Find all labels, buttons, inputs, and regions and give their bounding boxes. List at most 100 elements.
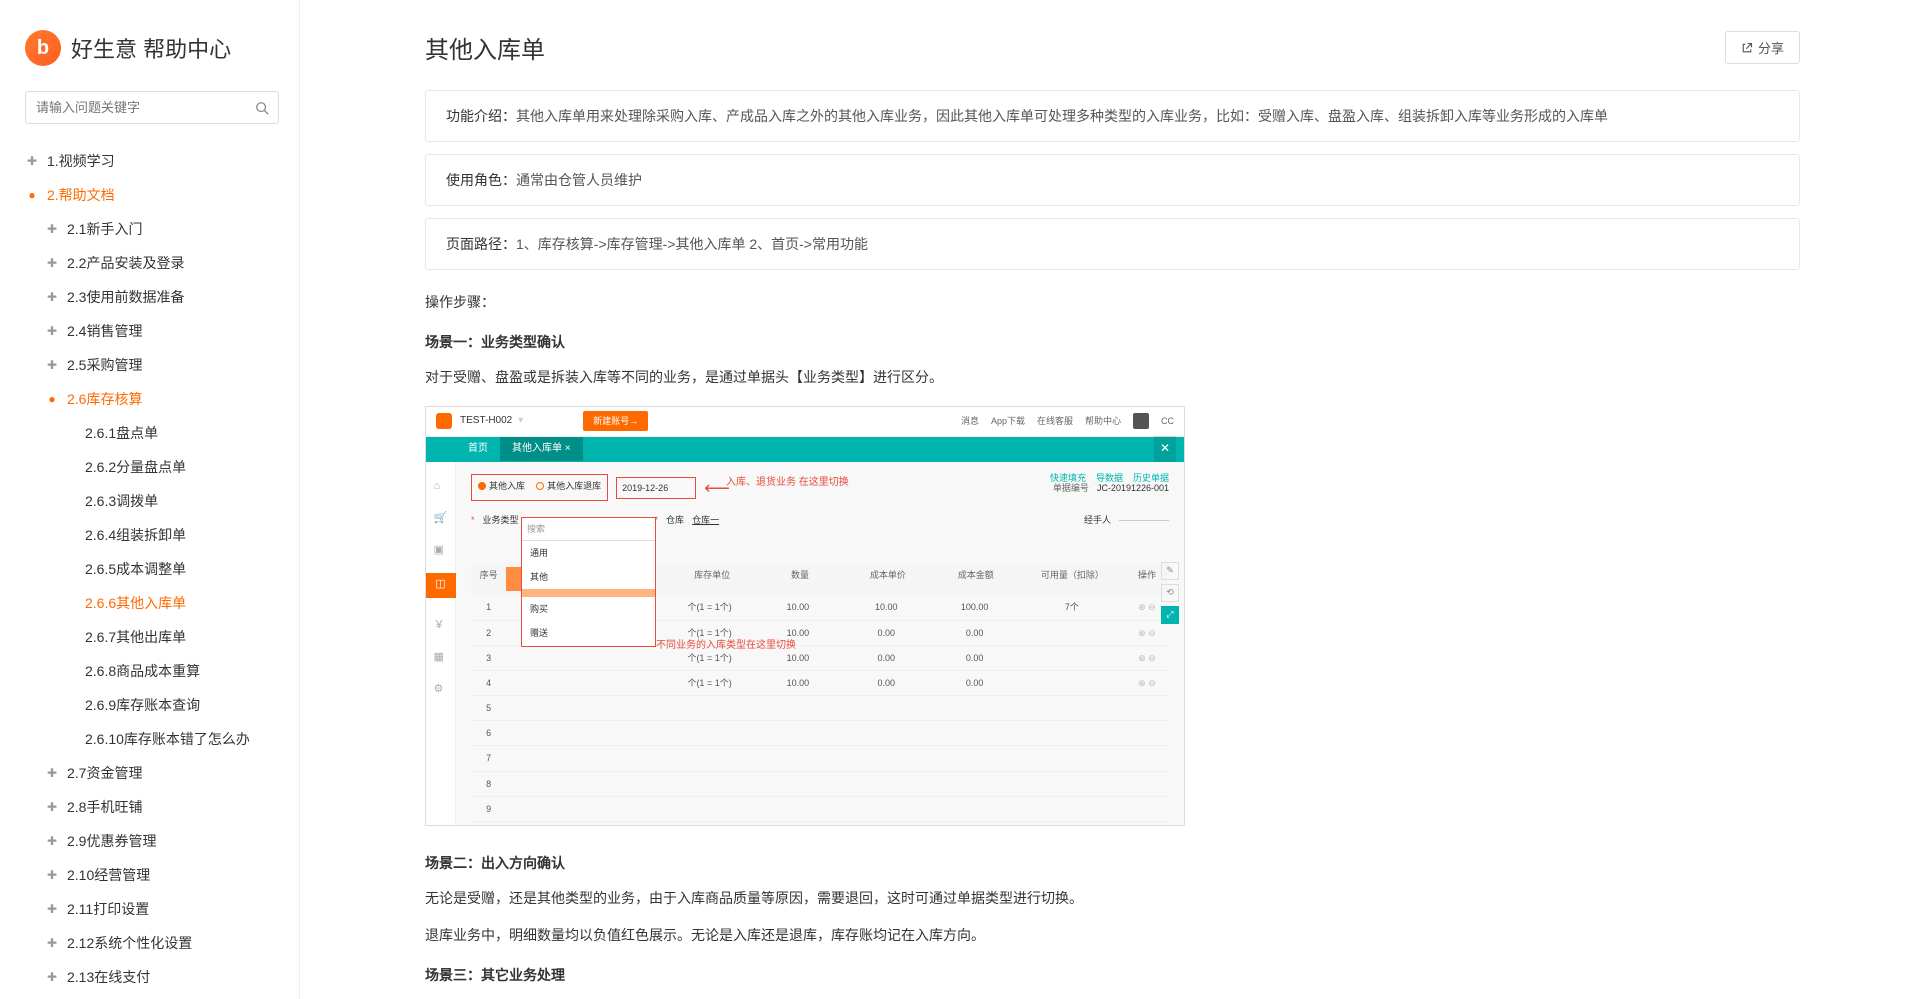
nav-2-7[interactable]: ✚2.7资金管理: [25, 756, 279, 790]
ss-left-nav: ⌂ 🛒 ▣ ◫ ￥ ▦ ⚙: [426, 462, 456, 825]
nav-2-2[interactable]: ✚2.2产品安装及登录: [25, 246, 279, 280]
nav-2-11[interactable]: ✚2.11打印设置: [25, 892, 279, 926]
main-content: 其他入库单 分享 功能介绍：其他入库单用来处理除采购入库、产成品入库之外的其他入…: [300, 0, 1920, 999]
share-label: 分享: [1758, 38, 1784, 57]
home-icon: ⌂: [434, 477, 448, 491]
scene2-title: 场景二：出入方向确认: [425, 851, 1800, 876]
role-text: 通常由仓管人员维护: [516, 172, 642, 188]
nav-2-1[interactable]: ✚2.1新手入门: [25, 212, 279, 246]
ss-content: 其他入库 其他入库退库 2019-12-26 ⟵ 单据编号 JC-2019122…: [456, 462, 1184, 825]
gear-icon: ⚙: [434, 680, 448, 694]
nav-2-6-2[interactable]: 2.6.2分量盘点单: [25, 450, 279, 484]
ss-user: CC: [1161, 413, 1174, 429]
path-label: 页面路径：: [446, 236, 516, 252]
ss-annotation-1: 入库、退货业务 在这里切换: [726, 474, 849, 492]
nav-tree: ✚1.视频学习 ●2.帮助文档 ✚2.1新手入门 ✚2.2产品安装及登录 ✚2.…: [25, 144, 279, 999]
plus-icon: ✚: [25, 154, 39, 168]
plus-icon: ✚: [45, 970, 59, 984]
intro-box: 功能介绍：其他入库单用来处理除采购入库、产成品入库之外的其他入库业务，因此其他入…: [425, 90, 1800, 142]
table-row: 8: [471, 772, 1169, 797]
nav-2-6-10[interactable]: 2.6.10库存账本错了怎么办: [25, 722, 279, 756]
nav-2-3[interactable]: ✚2.3使用前数据准备: [25, 280, 279, 314]
table-row: 3个(1 = 1个)10.000.000.00⊕ ⊖: [471, 646, 1169, 671]
page-title: 其他入库单: [425, 30, 545, 65]
list-item: 赠送: [522, 621, 655, 645]
nav-2-4[interactable]: ✚2.4销售管理: [25, 314, 279, 348]
list-item: 购买: [522, 597, 655, 621]
avatar-icon: [1133, 413, 1149, 429]
search-icon[interactable]: [255, 101, 269, 115]
close-icon: ✕: [1154, 436, 1176, 462]
nav-2-14[interactable]: ✚2.14常见问题: [25, 994, 279, 999]
ss-top-right: 消息 App下载 在线客服 帮助中心 CC: [961, 413, 1174, 429]
list-item: [522, 589, 655, 597]
nav-help-docs[interactable]: ●2.帮助文档: [25, 178, 279, 212]
steps-label: 操作步骤：: [425, 290, 1800, 315]
nav-2-9[interactable]: ✚2.9优惠券管理: [25, 824, 279, 858]
ss-tabs: 首页 其他入库单 × ✕: [426, 437, 1184, 462]
search-input[interactable]: [25, 91, 279, 124]
intro-label: 功能介绍：: [446, 108, 516, 124]
ss-link-chat: 在线客服: [1037, 413, 1073, 429]
logo: b 好生意 帮助中心: [25, 30, 279, 66]
nav-2-6-3[interactable]: 2.6.3调拨单: [25, 484, 279, 518]
nav-2-12[interactable]: ✚2.12系统个性化设置: [25, 926, 279, 960]
share-button[interactable]: 分享: [1725, 31, 1800, 64]
nav-2-6[interactable]: ●2.6库存核算: [25, 382, 279, 416]
nav-2-6-8[interactable]: 2.6.8商品成本重算: [25, 654, 279, 688]
path-text: 1、库存核算->库存管理->其他入库单 2、首页->常用功能: [516, 236, 868, 252]
table-row: 10: [471, 822, 1169, 826]
ss-new-account-btn: 新建账号→: [583, 411, 648, 431]
ss-radio-group: 其他入库 其他入库退库: [471, 474, 608, 501]
ss-date: 2019-12-26: [616, 477, 696, 499]
cart-icon: 🛒: [434, 509, 448, 523]
plus-icon: ✚: [45, 324, 59, 338]
plus-icon: ✚: [45, 222, 59, 236]
radio-checked-icon: [478, 482, 486, 490]
ss-dropdown-search: 搜索: [522, 518, 655, 541]
nav-2-6-5[interactable]: 2.6.5成本调整单: [25, 552, 279, 586]
plus-icon: ✚: [45, 936, 59, 950]
nav-2-6-4[interactable]: 2.6.4组装拆卸单: [25, 518, 279, 552]
chevron-down-icon: ▾: [518, 412, 523, 430]
scene2-text1: 无论是受赠，还是其他类型的业务，由于入库商品质量等原因，需要退回，这时可通过单据…: [425, 886, 1800, 911]
plus-icon: ✚: [45, 800, 59, 814]
nav-2-5[interactable]: ✚2.5采购管理: [25, 348, 279, 382]
nav-2-6-1[interactable]: 2.6.1盘点单: [25, 416, 279, 450]
scene2-text2: 退库业务中，明细数量均以负值红色展示。无论是入库还是退库，库存账均记在入库方向。: [425, 923, 1800, 948]
ss-logo-icon: [436, 413, 452, 429]
ss-biztype-label: 业务类型: [483, 512, 519, 528]
table-row: 5: [471, 696, 1169, 721]
nav-2-6-7[interactable]: 2.6.7其他出库单: [25, 620, 279, 654]
radio-icon: [536, 482, 544, 490]
table-row: 6: [471, 721, 1169, 746]
list-item: 通用: [522, 541, 655, 565]
ss-tab-current: 其他入库单 ×: [500, 437, 583, 461]
nav-2-6-9[interactable]: 2.6.9库存账本查询: [25, 688, 279, 722]
plus-icon: ✚: [45, 358, 59, 372]
minus-icon: ●: [45, 392, 59, 406]
role-box: 使用角色：通常由仓管人员维护: [425, 154, 1800, 206]
nav-video[interactable]: ✚1.视频学习: [25, 144, 279, 178]
intro-text: 其他入库单用来处理除采购入库、产成品入库之外的其他入库业务，因此其他入库单可处理…: [516, 108, 1608, 124]
money-icon: ￥: [434, 616, 448, 630]
embedded-screenshot: TEST-H002 ▾ 新建账号→ 消息 App下载 在线客服 帮助中心 CC …: [425, 406, 1185, 826]
warehouse-icon: ◫: [426, 573, 456, 598]
nav-2-8[interactable]: ✚2.8手机旺铺: [25, 790, 279, 824]
nav-2-13[interactable]: ✚2.13在线支付: [25, 960, 279, 994]
content: 操作步骤： 场景一：业务类型确认 对于受赠、盘盈或是拆装入库等不同的业务，是通过…: [425, 290, 1800, 999]
path-box: 页面路径：1、库存核算->库存管理->其他入库单 2、首页->常用功能: [425, 218, 1800, 270]
scene1-title: 场景一：业务类型确认: [425, 330, 1800, 355]
minus-icon: ●: [25, 188, 39, 202]
scene3-title: 场景三：其它业务处理: [425, 963, 1800, 988]
table-row: 4个(1 = 1个)10.000.000.00⊕ ⊖: [471, 671, 1169, 696]
plus-icon: ✚: [45, 868, 59, 882]
nav-2-10[interactable]: ✚2.10经营管理: [25, 858, 279, 892]
ss-dropdown: 搜索 通用 其他 购买 赠送: [521, 517, 656, 647]
role-label: 使用角色：: [446, 172, 516, 188]
ss-agent-label: 经手人: [1084, 512, 1111, 528]
ss-link-help: 帮助中心: [1085, 413, 1121, 429]
nav-2-6-6[interactable]: 2.6.6其他入库单: [25, 586, 279, 620]
table-row: 9: [471, 797, 1169, 822]
ss-tab-home: 首页: [456, 437, 500, 461]
